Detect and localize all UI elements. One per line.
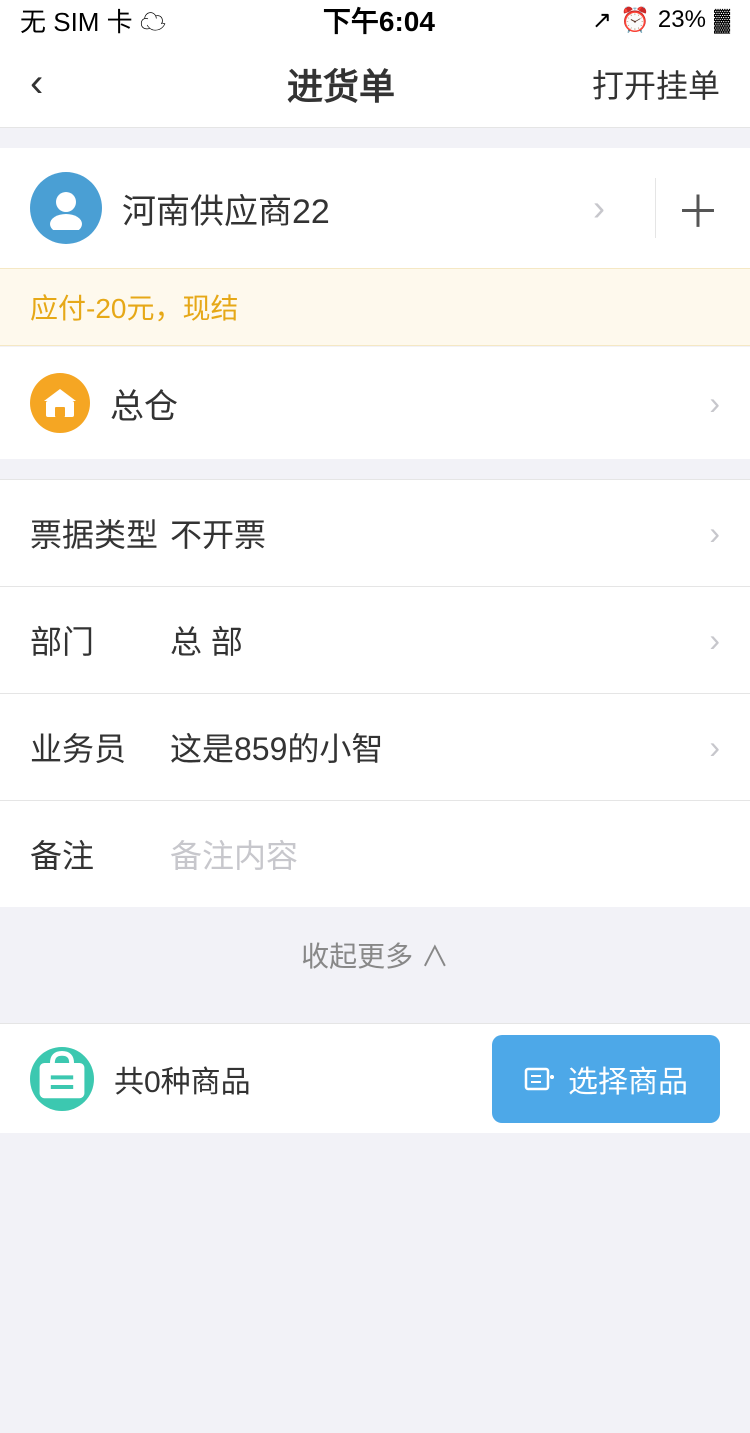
location-icon: ↗ [592,6,612,35]
battery-icon: ▓ [714,7,730,33]
section-gap-3 [0,1003,750,1023]
ticket-value: 不开票 [160,510,709,556]
select-product-button[interactable]: 选择商品 [492,1035,720,1123]
salesperson-value: 这是859的小智 [160,724,709,770]
select-product-icon [524,1063,556,1095]
supplier-row[interactable]: 河南供应商22 › ＋ [0,148,750,268]
status-left: 无 SIM 卡 ☁ [20,2,166,39]
department-label: 部门 [30,617,160,663]
warehouse-icon [30,373,90,433]
salesperson-chevron-icon: › [709,729,720,766]
product-icon [30,1047,94,1111]
remark-label: 备注 [30,831,160,877]
collapse-row[interactable]: 收起更多 ∧ [0,907,750,1003]
department-value: 总 部 [160,617,709,663]
divider [655,178,656,238]
form-card: 票据类型 不开票 › 部门 总 部 › 业务员 这是859的小智 › 备注 备注… [0,479,750,907]
notice-bar: 应付-20元，现结 [0,268,750,346]
page-title: 进货单 [287,58,395,110]
bottom-bar: 共0种商品 选择商品 [0,1023,750,1133]
open-pending-button[interactable]: 打开挂单 [592,61,720,107]
select-product-label: 选择商品 [568,1057,688,1101]
battery-text: 23% [658,6,706,34]
department-chevron-icon: › [709,622,720,659]
collapse-label: 收起更多 ∧ [301,935,449,975]
supplier-card: 河南供应商22 › ＋ 应付-20元，现结 总仓 › [0,148,750,459]
bottom-fill [0,1133,750,1433]
warehouse-row[interactable]: 总仓 › [0,346,750,459]
form-row-salesperson[interactable]: 业务员 这是859的小智 › [0,693,750,800]
form-row-ticket[interactable]: 票据类型 不开票 › [0,479,750,586]
section-gap-2 [0,459,750,479]
remark-input[interactable]: 备注内容 [160,831,720,877]
status-time: 下午6:04 [323,0,435,40]
supplier-avatar [30,172,102,244]
status-right: ↗ ⏰ 23% ▓ [592,6,730,35]
supplier-chevron-icon: › [593,187,605,229]
warehouse-chevron-icon: › [709,385,720,422]
form-row-department[interactable]: 部门 总 部 › [0,586,750,693]
add-supplier-button[interactable]: ＋ [676,176,720,240]
form-row-remark[interactable]: 备注 备注内容 [0,800,750,907]
supplier-name: 河南供应商22 [122,184,593,233]
back-button[interactable]: ‹ [30,61,90,106]
status-bar: 无 SIM 卡 ☁ 下午6:04 ↗ ⏰ 23% ▓ [0,0,750,40]
alarm-icon: ⏰ [620,6,650,35]
warehouse-name: 总仓 [110,379,709,428]
salesperson-label: 业务员 [30,724,160,770]
nav-bar: ‹ 进货单 打开挂单 [0,40,750,128]
product-count: 共0种商品 [114,1057,492,1101]
ticket-chevron-icon: › [709,515,720,552]
section-gap-1 [0,128,750,148]
signal-text: 无 SIM 卡 ☁ [20,2,166,39]
ticket-label: 票据类型 [30,510,160,556]
